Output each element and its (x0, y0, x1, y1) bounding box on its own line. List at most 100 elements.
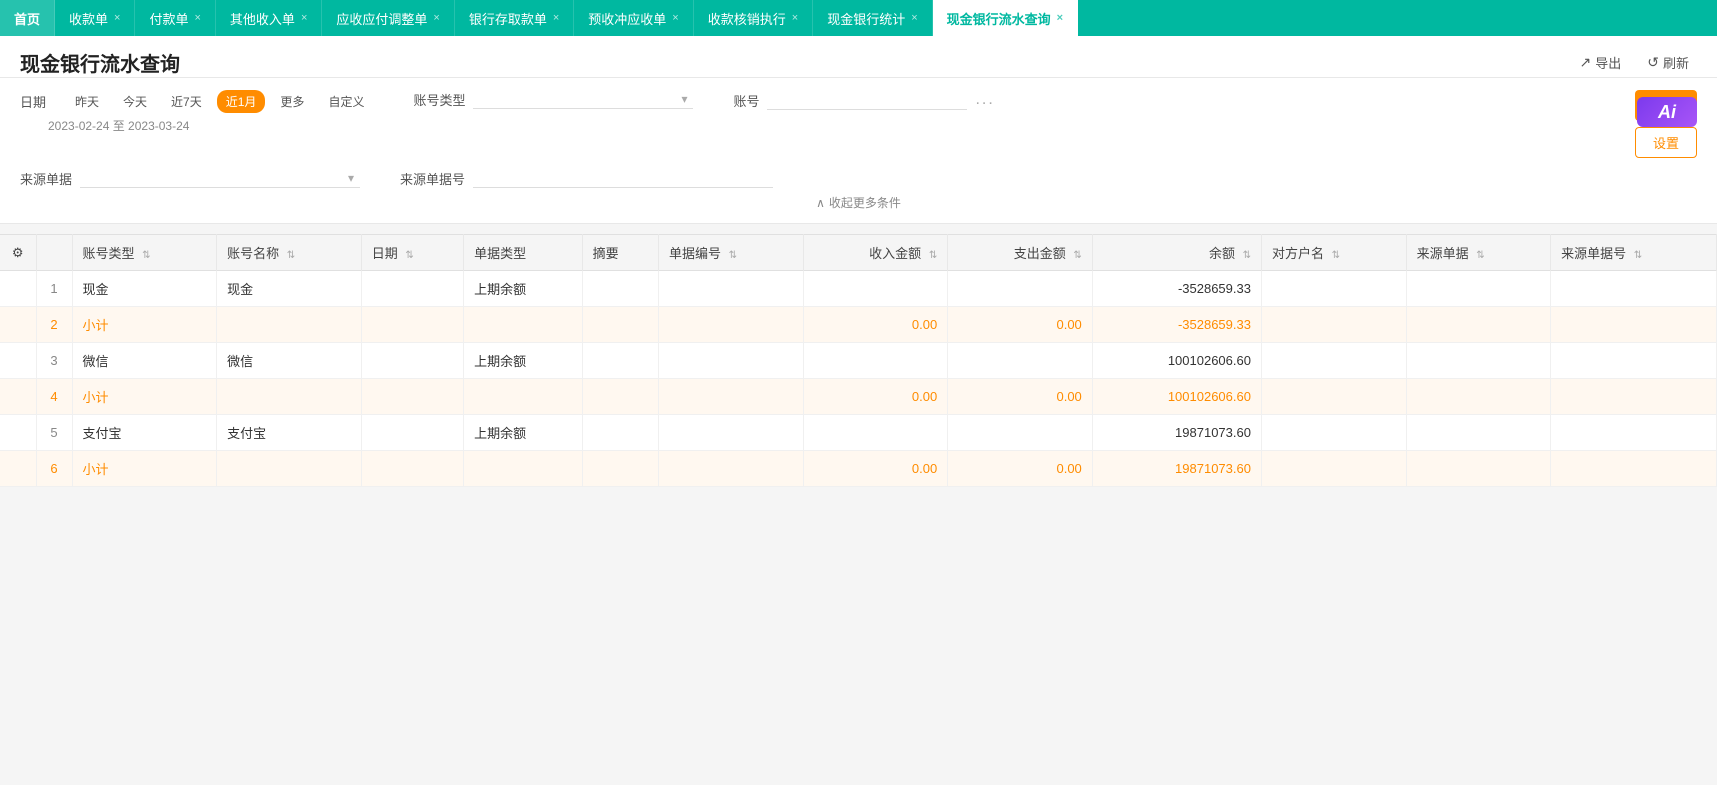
collapse-label: 收起更多条件 (829, 194, 901, 211)
cell-summary (582, 271, 658, 307)
date-today[interactable]: 今天 (114, 90, 156, 113)
nav-other-income[interactable]: 其他收入单 × (216, 0, 322, 36)
export-button[interactable]: ↗ 导出 (1572, 49, 1630, 76)
cell-expense: 0.00 (948, 451, 1093, 487)
cell-counterpart (1261, 343, 1406, 379)
close-icon[interactable]: × (553, 12, 559, 24)
nav-home[interactable]: 首页 (0, 0, 55, 36)
cell-expense (948, 415, 1093, 451)
cell-balance: 19871073.60 (1092, 415, 1261, 451)
refresh-button[interactable]: ↺ 刷新 (1639, 49, 1697, 76)
cell-doc-type (464, 307, 583, 343)
cell-source-doc (1406, 379, 1551, 415)
account-type-select[interactable]: ▾ (473, 90, 693, 109)
settings-button[interactable]: 设置 (1635, 127, 1697, 158)
cell-income: 0.00 (803, 451, 948, 487)
sort-icon: ⇅ (287, 250, 295, 261)
close-icon[interactable]: × (433, 12, 439, 24)
col-counterpart[interactable]: 对方户名 ⇅ (1261, 235, 1406, 271)
close-icon[interactable]: × (911, 12, 917, 24)
more-options-icon[interactable]: ... (975, 91, 994, 109)
settings-icon[interactable]: ⚙ (12, 245, 24, 260)
cell-source-doc-no (1551, 271, 1717, 307)
source-doc-no-label: 来源单据号 (400, 169, 465, 188)
col-doc-no[interactable]: 单据编号 ⇅ (659, 235, 804, 271)
collapse-bar[interactable]: ∧ 收起更多条件 (20, 194, 1697, 211)
account-label: 账号 (733, 91, 759, 110)
cell-summary (582, 415, 658, 451)
date-more[interactable]: 更多 (271, 90, 313, 113)
close-icon[interactable]: × (672, 12, 678, 24)
nav-cash-flow[interactable]: 现金银行流水查询 × (933, 0, 1078, 36)
cell-doc-type: 上期余额 (464, 271, 583, 307)
close-icon[interactable]: × (114, 12, 120, 24)
close-icon[interactable]: × (194, 12, 200, 24)
date-yesterday[interactable]: 昨天 (66, 90, 108, 113)
cell-counterpart (1261, 415, 1406, 451)
cell-account-type: 支付宝 (72, 415, 217, 451)
col-source-doc[interactable]: 来源单据 ⇅ (1406, 235, 1551, 271)
nav-receipt[interactable]: 收款单 × (55, 0, 135, 36)
header-actions: ↗ 导出 ↺ 刷新 (1572, 49, 1698, 76)
cell-expense (948, 343, 1093, 379)
cell-income (803, 415, 948, 451)
cell-expense: 0.00 (948, 379, 1093, 415)
date-7days[interactable]: 近7天 (162, 90, 211, 113)
cell-account-name (217, 451, 362, 487)
nav-prepay-offset[interactable]: 预收冲应收单 × (574, 0, 693, 36)
cell-source-doc-no (1551, 451, 1717, 487)
account-input[interactable] (767, 90, 967, 110)
close-icon[interactable]: × (792, 12, 798, 24)
cell-source-doc (1406, 307, 1551, 343)
top-nav: 首页 收款单 × 付款单 × 其他收入单 × 应收应付调整单 × 银行存取款单 … (0, 0, 1717, 36)
cell-source-doc (1406, 271, 1551, 307)
source-doc-no-filter: 来源单据号 (400, 168, 773, 188)
source-doc-select[interactable]: ▾ (80, 169, 360, 188)
col-source-doc-no[interactable]: 来源单据号 ⇅ (1551, 235, 1717, 271)
sort-icon: ⇅ (1634, 250, 1642, 261)
cell-expense: 0.00 (948, 307, 1093, 343)
cell-summary (582, 307, 658, 343)
cell-income: 0.00 (803, 307, 948, 343)
close-icon[interactable]: × (301, 12, 307, 24)
cell-num: 5 (36, 415, 72, 451)
export-icon: ↗ (1580, 54, 1592, 71)
cell-doc-type (464, 451, 583, 487)
table-row: 4 小计 0.00 0.00 100102606.60 (0, 379, 1717, 415)
source-doc-filter: 来源单据 ▾ (20, 169, 360, 188)
col-income[interactable]: 收入金额 ⇅ (803, 235, 948, 271)
cell-num: 1 (36, 271, 72, 307)
cell-counterpart (1261, 271, 1406, 307)
nav-ar-ap-adjust[interactable]: 应收应付调整单 × (322, 0, 454, 36)
nav-write-off[interactable]: 收款核销执行 × (694, 0, 813, 36)
cell-num: 2 (36, 307, 72, 343)
cell-date (361, 415, 463, 451)
cell-summary (582, 343, 658, 379)
cell-account-name: 现金 (217, 271, 362, 307)
nav-payment[interactable]: 付款单 × (135, 0, 215, 36)
cell-source-doc-no (1551, 307, 1717, 343)
col-expense[interactable]: 支出金额 ⇅ (948, 235, 1093, 271)
cell-source-doc (1406, 343, 1551, 379)
date-1month[interactable]: 近1月 (217, 90, 266, 113)
nav-bank-deposit[interactable]: 银行存取款单 × (455, 0, 574, 36)
cell-counterpart (1261, 307, 1406, 343)
filter-area: 日期 昨天 今天 近7天 近1月 更多 自定义 2023-02-24 至 202… (0, 78, 1717, 224)
col-account-name[interactable]: 账号名称 ⇅ (217, 235, 362, 271)
cell-income (803, 271, 948, 307)
col-balance[interactable]: 余额 ⇅ (1092, 235, 1261, 271)
nav-cash-stat[interactable]: 现金银行统计 × (813, 0, 932, 36)
date-range: 2023-02-24 至 2023-03-24 (48, 119, 189, 133)
cell-income: 0.00 (803, 379, 948, 415)
source-doc-no-input[interactable] (473, 168, 773, 188)
cell-source-doc (1406, 451, 1551, 487)
chevron-up-icon: ∧ (816, 196, 825, 210)
cell-balance: 19871073.60 (1092, 451, 1261, 487)
col-date[interactable]: 日期 ⇅ (361, 235, 463, 271)
ai-badge[interactable]: Ai (1637, 97, 1697, 127)
col-settings[interactable]: ⚙ (0, 235, 36, 271)
cell-num: 3 (36, 343, 72, 379)
close-icon[interactable]: × (1057, 12, 1063, 24)
date-custom[interactable]: 自定义 (319, 90, 373, 113)
col-account-type[interactable]: 账号类型 ⇅ (72, 235, 217, 271)
